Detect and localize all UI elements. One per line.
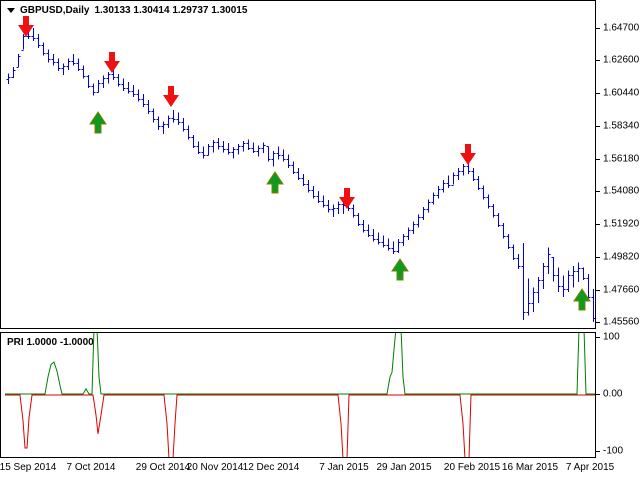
axis-tick [596, 337, 600, 338]
chart-window: GBPUSD,Daily 1.30133 1.30414 1.29737 1.3… [0, 0, 640, 480]
time-axis-label: 20 Nov 2014 [186, 462, 244, 473]
axis-tick [596, 28, 600, 29]
price-axis-label: 1.64700 [603, 22, 640, 34]
indicator-axis-label: 100 [603, 331, 620, 343]
indicator-line-down [5, 394, 595, 457]
price-axis-label: 1.62600 [603, 54, 640, 66]
signal-arrow-down[interactable] [339, 188, 355, 209]
axis-tick [596, 451, 600, 452]
axis-tick [596, 257, 600, 258]
indicator-title: PRI 1.0000 -1.0000 [7, 337, 94, 348]
indicator-canvas[interactable] [1, 333, 595, 457]
axis-tick [596, 322, 600, 323]
price-axis-label: 1.51920 [603, 218, 640, 230]
axis-tick [596, 394, 600, 395]
signal-arrow-up[interactable] [266, 171, 284, 194]
price-chart-canvas[interactable] [1, 1, 595, 328]
title-symbol: GBPUSD,Daily [20, 5, 90, 16]
axis-tick [596, 126, 600, 127]
time-axis-label: 7 Jan 2015 [319, 462, 369, 473]
time-axis-label: 12 Dec 2014 [242, 462, 300, 473]
time-axis-label: 7 Apr 2015 [565, 462, 615, 473]
price-axis-label: 1.60440 [603, 87, 640, 99]
axis-tick [596, 224, 600, 225]
time-axis-label: 20 Feb 2015 [443, 462, 501, 473]
time-axis-label: 7 Oct 2014 [66, 462, 116, 473]
time-axis[interactable]: 15 Sep 2014 7 Oct 2014 29 Oct 2014 20 Nov 2… [0, 458, 640, 480]
price-axis-label: 1.58340 [603, 120, 640, 132]
price-chart-panel[interactable]: GBPUSD,Daily 1.30133 1.30414 1.29737 1.3… [0, 0, 596, 329]
axis-tick [596, 93, 600, 94]
price-axis-label: 1.54080 [603, 185, 640, 197]
signal-arrow-down[interactable] [104, 52, 120, 73]
signal-arrow-up[interactable] [573, 288, 591, 311]
price-axis-label: 1.49820 [603, 251, 640, 263]
axis-tick [596, 191, 600, 192]
symbol-dropdown-icon[interactable] [7, 8, 15, 13]
indicator-panel[interactable]: PRI 1.0000 -1.0000 [0, 332, 596, 458]
signal-arrow-down[interactable] [163, 86, 179, 107]
price-scale[interactable]: 1.64700 1.62600 1.60440 1.58340 1.56180 1.540… [596, 0, 640, 458]
time-axis-label: 29 Oct 2014 [135, 462, 191, 473]
indicator-axis-label: 0.00 [603, 388, 623, 400]
axis-tick [596, 60, 600, 61]
axis-tick [596, 159, 600, 160]
time-axis-label: 15 Sep 2014 [0, 462, 57, 473]
chart-title: GBPUSD,Daily 1.30133 1.30414 1.29737 1.3… [7, 5, 247, 16]
price-axis-label: 1.47660 [603, 284, 640, 296]
signal-arrow-down[interactable] [460, 144, 476, 165]
time-axis-label: 16 Mar 2015 [501, 462, 559, 473]
signal-arrow-up[interactable] [89, 111, 107, 134]
signal-arrow-down[interactable] [18, 16, 34, 37]
signal-arrow-up[interactable] [391, 258, 409, 281]
price-axis-label: 1.56180 [603, 153, 640, 165]
price-axis-label: 1.45560 [603, 316, 640, 328]
indicator-axis-label: -100 [603, 445, 624, 457]
axis-tick [596, 290, 600, 291]
title-ohlc-values: 1.30133 1.30414 1.29737 1.30015 [94, 5, 248, 16]
time-axis-label: 29 Jan 2015 [376, 462, 432, 473]
